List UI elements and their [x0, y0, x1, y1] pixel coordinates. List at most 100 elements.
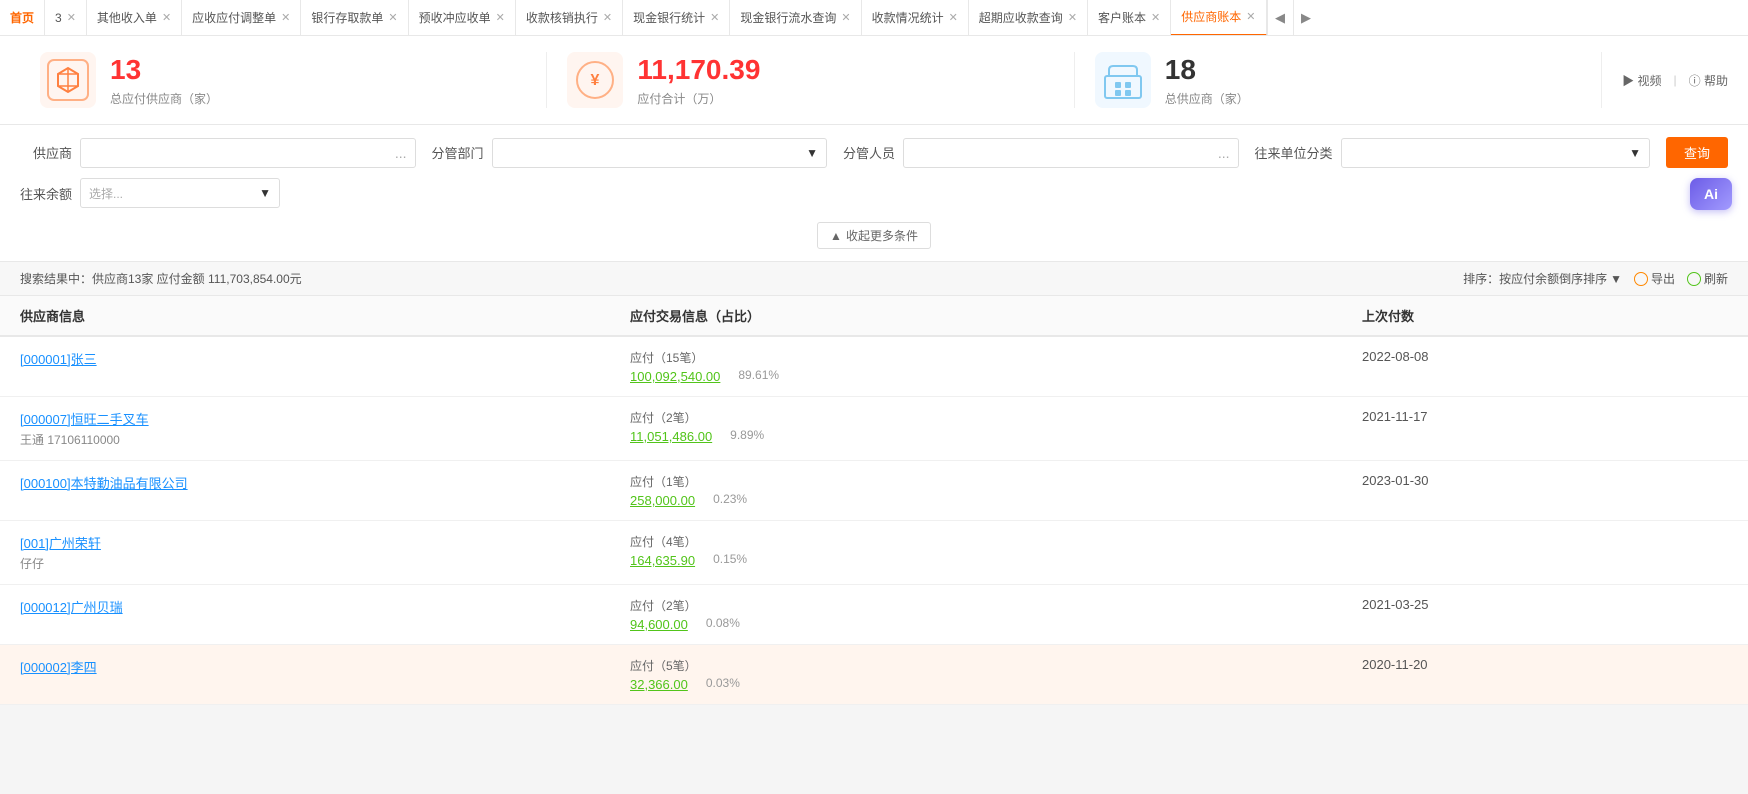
- close-icon[interactable]: ✕: [710, 11, 719, 24]
- supplier-link[interactable]: [000100]本特勤油品有限公司: [20, 473, 630, 492]
- pay-label: 应付（2笔）: [630, 597, 1362, 614]
- close-icon[interactable]: ✕: [1151, 11, 1160, 24]
- transaction-col: 应付（1笔） 258,000.00 0.23%: [630, 473, 1362, 508]
- header-supplier: 供应商信息: [20, 306, 630, 325]
- pay-label: 应付（5笔）: [630, 657, 1362, 674]
- close-icon[interactable]: ✕: [281, 11, 290, 24]
- summary-help-links: ▶ 视频 | ⓘ 帮助: [1602, 72, 1728, 89]
- close-icon[interactable]: ✕: [496, 11, 505, 24]
- close-icon[interactable]: ✕: [162, 11, 171, 24]
- person-input-field[interactable]: [912, 146, 1218, 160]
- table-row[interactable]: [000012]广州贝瑞 应付（2笔） 94,600.00 0.08% 2021…: [0, 585, 1748, 645]
- last-pay-date: 2022-08-08: [1362, 349, 1429, 364]
- refresh-button[interactable]: 刷新: [1687, 270, 1728, 287]
- nav-tab-collection-verify[interactable]: 收款核销执行 ✕: [516, 0, 623, 36]
- summary-card-total-payable: ¥ 11,170.39 应付合计（万）: [547, 52, 1074, 108]
- close-icon[interactable]: ✕: [388, 11, 397, 24]
- total-payable-icon: ¥: [567, 52, 623, 108]
- nav-tab-customer-book[interactable]: 客户账本 ✕: [1088, 0, 1171, 36]
- close-icon[interactable]: ✕: [1068, 11, 1077, 24]
- export-button[interactable]: 导出: [1634, 270, 1675, 287]
- last-pay-col: 2023-01-30: [1362, 473, 1728, 488]
- table-row[interactable]: [001]广州荣轩 仔仔 应付（4笔） 164,635.90 0.15%: [0, 521, 1748, 585]
- balance-filter-select[interactable]: 选择... ▼: [80, 178, 280, 208]
- last-pay-date: 2020-11-20: [1362, 657, 1428, 672]
- nav-tab-collection-stat[interactable]: 收款情况统计 ✕: [862, 0, 969, 36]
- results-summary-text: 搜索结果中：供应商13家 应付金额 111,703,854.00元: [20, 270, 302, 287]
- supplier-link[interactable]: [000012]广州贝瑞: [20, 597, 630, 616]
- pay-pct: 0.08%: [706, 616, 740, 630]
- export-icon: [1634, 272, 1648, 286]
- nav-tab-3[interactable]: 3 ✕: [45, 0, 87, 36]
- header-transaction: 应付交易信息（占比）: [630, 306, 1362, 325]
- supplier-input-field[interactable]: [89, 146, 395, 160]
- nav-tab-cash-bank-stat[interactable]: 现金银行统计 ✕: [623, 0, 730, 36]
- pay-pct: 89.61%: [738, 368, 779, 382]
- supplier-info-col: [000007]恒旺二手叉车 王通 17106110000: [20, 409, 630, 448]
- nav-tab-supplier-book[interactable]: 供应商账本 ✕: [1171, 0, 1266, 36]
- summary-card-total-suppliers: 18 总供应商（家）: [1075, 52, 1602, 108]
- supplier-link[interactable]: [000007]恒旺二手叉车: [20, 409, 630, 428]
- close-icon[interactable]: ✕: [603, 11, 612, 24]
- svg-text:¥: ¥: [591, 72, 600, 89]
- person-filter-label: 分管人员: [843, 143, 895, 162]
- collapse-button[interactable]: ▲ 收起更多条件: [817, 222, 931, 249]
- summary-card-suppliers-payable: 13 总应付供应商（家）: [20, 52, 547, 108]
- pay-amount[interactable]: 11,051,486.00: [630, 429, 712, 444]
- supplier-link[interactable]: [001]广州荣轩: [20, 533, 630, 552]
- pay-amount[interactable]: 164,635.90: [630, 553, 695, 568]
- filter-unit-category: 往来单位分类 ▼: [1255, 138, 1651, 168]
- help-link[interactable]: ⓘ 帮助: [1689, 72, 1728, 89]
- supplier-filter-input[interactable]: ...: [80, 138, 416, 168]
- pay-amount[interactable]: 94,600.00: [630, 617, 688, 632]
- dept-filter-select[interactable]: ▼: [492, 138, 827, 168]
- sort-dropdown[interactable]: 排序：按应付余额倒序排序 ▼: [1463, 270, 1622, 287]
- chevron-up-icon: ▲: [830, 229, 842, 243]
- nav-prev-arrow[interactable]: ◀: [1267, 0, 1293, 36]
- pay-amount[interactable]: 258,000.00: [630, 493, 695, 508]
- last-pay-col: 2022-08-08: [1362, 349, 1728, 364]
- table-row[interactable]: [000007]恒旺二手叉车 王通 17106110000 应付（2笔） 11,…: [0, 397, 1748, 461]
- total-suppliers-count: 18: [1165, 53, 1581, 87]
- person-filter-input[interactable]: ...: [903, 138, 1238, 168]
- nav-tab-overdue-query[interactable]: 超期应收款查询 ✕: [969, 0, 1088, 36]
- nav-tab-advance-offset[interactable]: 预收冲应收单 ✕: [409, 0, 516, 36]
- unit-category-select[interactable]: ▼: [1341, 138, 1650, 168]
- supplier-link[interactable]: [000002]李四: [20, 657, 630, 676]
- pay-amount[interactable]: 100,092,540.00: [630, 369, 720, 384]
- close-icon[interactable]: ✕: [949, 11, 958, 24]
- balance-chevron-icon: ▼: [259, 186, 271, 200]
- nav-next-arrow[interactable]: ▶: [1293, 0, 1319, 36]
- nav-tab-receivable-adjustment[interactable]: 应收应付调整单 ✕: [182, 0, 301, 36]
- close-icon[interactable]: ✕: [841, 11, 850, 24]
- video-link[interactable]: ▶ 视频: [1622, 72, 1661, 89]
- person-dots-icon[interactable]: ...: [1218, 145, 1230, 161]
- filter-balance: 往来余额 选择... ▼: [20, 178, 280, 208]
- supplier-info-col: [000002]李四: [20, 657, 630, 676]
- nav-tab-bank-deposit[interactable]: 银行存取款单 ✕: [301, 0, 408, 36]
- supplier-dots-icon[interactable]: ...: [395, 145, 407, 161]
- pay-label: 应付（1笔）: [630, 473, 1362, 490]
- close-icon[interactable]: ✕: [67, 11, 76, 24]
- supplier-sub: 王通 17106110000: [20, 431, 630, 448]
- nav-tab-home[interactable]: 首页: [0, 0, 45, 36]
- ai-assistant-badge[interactable]: Ai: [1690, 178, 1732, 210]
- nav-tab-other-income[interactable]: 其他收入单 ✕: [87, 0, 182, 36]
- pay-pct: 0.15%: [713, 552, 747, 566]
- table-row[interactable]: [000100]本特勤油品有限公司 应付（1笔） 258,000.00 0.23…: [0, 461, 1748, 521]
- search-button[interactable]: 查询: [1666, 137, 1728, 168]
- table-row[interactable]: [000002]李四 应付（5笔） 32,366.00 0.03% 2020-1…: [0, 645, 1748, 705]
- pay-amount[interactable]: 32,366.00: [630, 677, 688, 692]
- last-pay-date: 2023-01-30: [1362, 473, 1429, 488]
- close-icon[interactable]: ✕: [1246, 10, 1255, 23]
- total-payable-label: 应付合计（万）: [637, 90, 1053, 107]
- last-pay-date: 2021-11-17: [1362, 409, 1428, 424]
- transaction-col: 应付（2笔） 11,051,486.00 9.89%: [630, 409, 1362, 444]
- dept-filter-label: 分管部门: [432, 143, 484, 162]
- table-row[interactable]: [000001]张三 应付（15笔） 100,092,540.00 89.61%…: [0, 337, 1748, 397]
- balance-filter-label: 往来余额: [20, 184, 72, 203]
- supplier-link[interactable]: [000001]张三: [20, 349, 630, 368]
- pay-pct: 9.89%: [730, 428, 764, 442]
- nav-tab-cash-bank-flow[interactable]: 现金银行流水查询 ✕: [730, 0, 861, 36]
- supplier-info-col: [000100]本特勤油品有限公司: [20, 473, 630, 492]
